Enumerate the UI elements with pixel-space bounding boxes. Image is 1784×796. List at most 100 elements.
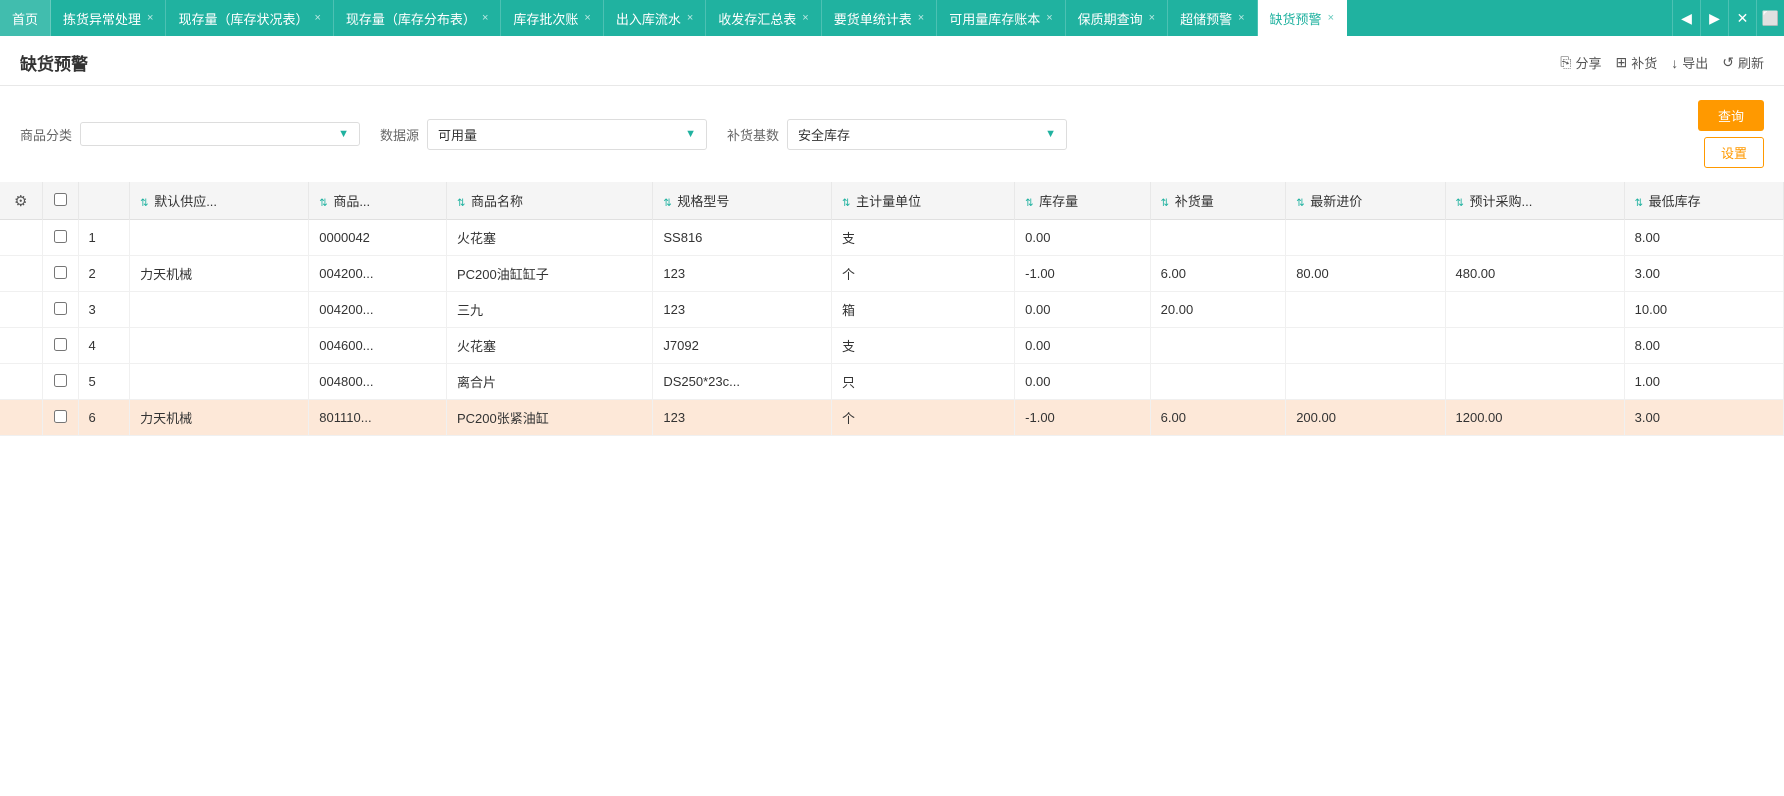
row-checkbox-cell[interactable] [42,220,78,256]
row-num-cell: 1 [78,220,130,256]
tab-close-shortage[interactable]: × [1328,12,1334,24]
col-product-name[interactable]: ⇅ 商品名称 [446,182,652,220]
sort-spec-icon: ⇅ [663,198,671,209]
row-price-cell: 200.00 [1286,400,1445,436]
tab-batch-account[interactable]: 库存批次账 × [501,0,603,36]
tab-inout-flow[interactable]: 出入库流水 × [604,0,706,36]
tab-close-inout-flow[interactable]: × [687,12,693,24]
table-row[interactable]: 2 力天机械 004200... PC200油缸缸子 123 个 -1.00 6… [0,256,1784,292]
tab-overstock[interactable]: 超储预警 × [1168,0,1257,36]
row-estimated-cell [1445,364,1624,400]
share-button[interactable]: ⎘ 分享 [1560,53,1601,72]
col-spec[interactable]: ⇅ 规格型号 [653,182,832,220]
row-checkbox[interactable] [54,266,67,279]
tab-close-inventory-status[interactable]: × [314,12,320,24]
row-checkbox[interactable] [54,338,67,351]
row-checkbox[interactable] [54,374,67,387]
row-spec-cell: 123 [653,400,832,436]
table-row[interactable]: 1 0000042 火花塞 SS816 支 0.00 8.00 [0,220,1784,256]
tab-close-recv-summary[interactable]: × [802,12,808,24]
row-supplier-cell: 力天机械 [130,256,309,292]
row-code-cell: 801110... [309,400,447,436]
col-unit[interactable]: ⇅ 主计量单位 [832,182,1015,220]
table-container: ⚙ ⇅ 默认供应... ⇅ 商品... ⇅ [0,182,1784,436]
table-row[interactable]: 4 004600... 火花塞 J7092 支 0.00 8.00 [0,328,1784,364]
row-checkbox-cell[interactable] [42,328,78,364]
table-body: 1 0000042 火花塞 SS816 支 0.00 8.00 2 力天机械 0… [0,220,1784,436]
row-price-cell [1286,328,1445,364]
row-checkbox[interactable] [54,230,67,243]
row-replenish-cell: 20.00 [1150,292,1286,328]
col-default-supplier[interactable]: ⇅ 默认供应... [130,182,309,220]
row-checkbox[interactable] [54,410,67,423]
col-replenish-qty[interactable]: ⇅ 补货量 [1150,182,1286,220]
refresh-icon: ↺ [1722,54,1734,71]
table-row[interactable]: 5 004800... 离合片 DS250*23c... 只 0.00 1.00 [0,364,1784,400]
row-checkbox-cell[interactable] [42,256,78,292]
page-header: 缺货预警 ⎘ 分享 ⊞ 补货 ↓ 导出 ↺ 刷新 [0,36,1784,86]
tab-prev-btn[interactable]: ◀ [1672,0,1700,36]
table-row[interactable]: 3 004200... 三九 123 箱 0.00 20.00 10.00 [0,292,1784,328]
replenish-basis-chevron-icon: ▼ [1045,128,1056,140]
tab-close-batch-account[interactable]: × [584,12,590,24]
tab-maximize-btn[interactable]: ⬜ [1756,0,1784,36]
row-supplier-cell [130,220,309,256]
select-all-checkbox[interactable] [54,193,67,206]
tab-home[interactable]: 首页 [0,0,51,36]
col-settings[interactable]: ⚙ [0,182,42,220]
query-button[interactable]: 查询 [1698,100,1764,131]
row-checkbox[interactable] [54,302,67,315]
row-spec-cell: DS250*23c... [653,364,832,400]
replenish-button[interactable]: ⊞ 补货 [1615,53,1657,72]
col-product-code[interactable]: ⇅ 商品... [309,182,447,220]
table-row[interactable]: 6 力天机械 801110... PC200张紧油缸 123 个 -1.00 6… [0,400,1784,436]
col-stock[interactable]: ⇅ 库存量 [1015,182,1151,220]
tab-inventory-dist[interactable]: 现存量（库存分布表） × [334,0,501,36]
tab-close-available-ledger[interactable]: × [1046,12,1052,24]
page-title: 缺货预警 [20,50,88,75]
sort-stock-icon: ⇅ [1025,198,1033,209]
gear-icon[interactable]: ⚙ [14,193,27,210]
col-min-stock[interactable]: ⇅ 最低库存 [1624,182,1783,220]
row-stock-cell: 0.00 [1015,220,1151,256]
tab-expiry[interactable]: 保质期查询 × [1066,0,1168,36]
row-stock-cell: 0.00 [1015,328,1151,364]
tab-abnormal[interactable]: 拣货异常处理 × [51,0,166,36]
category-select[interactable]: ▼ [80,122,360,146]
row-minstock-cell: 8.00 [1624,220,1783,256]
row-checkbox-cell[interactable] [42,364,78,400]
replenish-basis-select[interactable]: 安全库存 ▼ [787,119,1067,150]
tab-close-expiry[interactable]: × [1149,12,1155,24]
export-button[interactable]: ↓ 导出 [1671,53,1708,72]
row-name-cell: PC200张紧油缸 [446,400,652,436]
tab-close-order-stats[interactable]: × [918,12,924,24]
datasource-select[interactable]: 可用量 ▼ [427,119,707,150]
tab-order-stats[interactable]: 要货单统计表 × [822,0,937,36]
row-num-cell: 3 [78,292,130,328]
tab-next-btn[interactable]: ▶ [1700,0,1728,36]
sort-name-icon: ⇅ [457,198,465,209]
row-minstock-cell: 10.00 [1624,292,1783,328]
row-code-cell: 0000042 [309,220,447,256]
tab-available-ledger[interactable]: 可用量库存账本 × [937,0,1065,36]
tab-close-btn[interactable]: ✕ [1728,0,1756,36]
tab-inventory-status[interactable]: 现存量（库存状况表） × [166,0,333,36]
row-num-cell: 2 [78,256,130,292]
refresh-button[interactable]: ↺ 刷新 [1722,53,1764,72]
row-supplier-cell [130,364,309,400]
row-stock-cell: -1.00 [1015,400,1151,436]
row-name-cell: 火花塞 [446,220,652,256]
tab-close-inventory-dist[interactable]: × [482,12,488,24]
tab-recv-summary[interactable]: 收发存汇总表 × [706,0,821,36]
tab-close-overstock[interactable]: × [1238,12,1244,24]
row-estimated-cell [1445,292,1624,328]
row-checkbox-cell[interactable] [42,400,78,436]
settings-button[interactable]: 设置 [1704,137,1764,168]
sort-unit-icon: ⇅ [842,198,850,209]
tab-close-abnormal[interactable]: × [147,12,153,24]
page-container: 缺货预警 ⎘ 分享 ⊞ 补货 ↓ 导出 ↺ 刷新 商品分类 [0,36,1784,796]
col-estimated-purchase[interactable]: ⇅ 预计采购... [1445,182,1624,220]
row-checkbox-cell[interactable] [42,292,78,328]
tab-shortage[interactable]: 缺货预警 × [1258,0,1347,36]
col-latest-price[interactable]: ⇅ 最新进价 [1286,182,1445,220]
